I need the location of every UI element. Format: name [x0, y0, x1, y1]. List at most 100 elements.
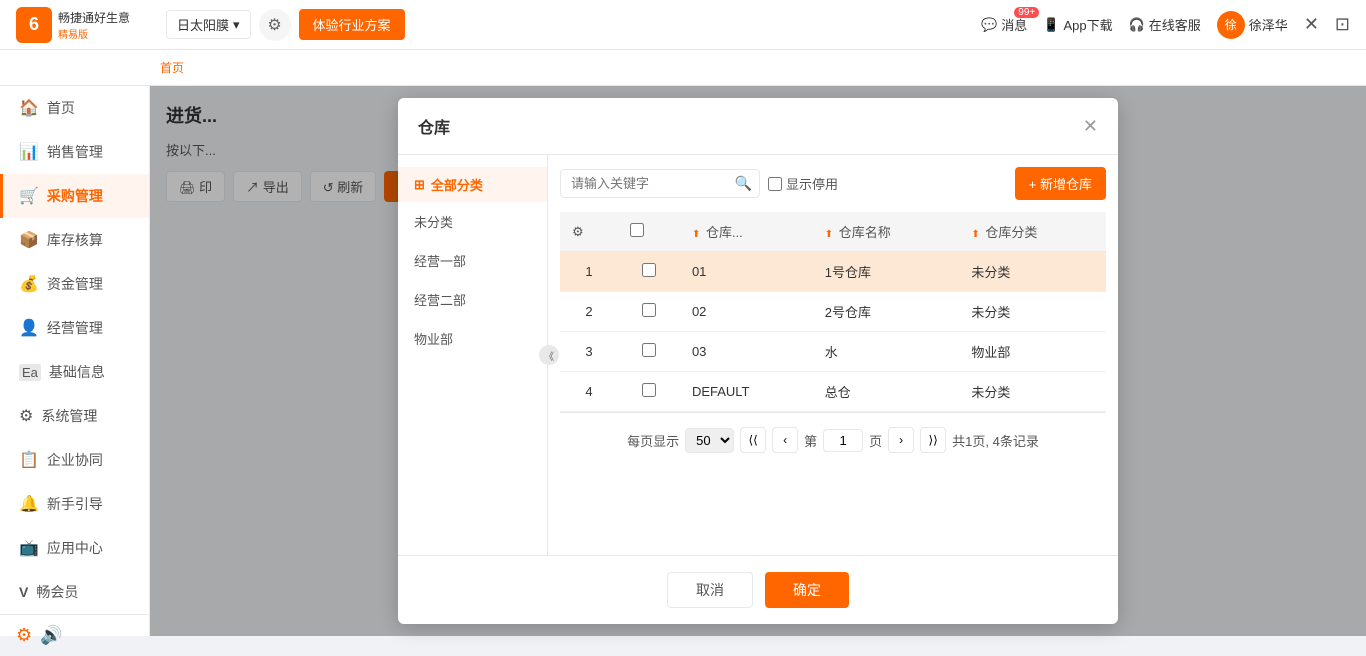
page-unit: 页: [869, 431, 882, 450]
select-all-checkbox[interactable]: [630, 223, 644, 237]
next-page-button[interactable]: ›: [888, 427, 914, 453]
row-checkbox[interactable]: [618, 252, 680, 292]
logo-icon: 6: [16, 7, 52, 43]
sidebar-item-enterprise[interactable]: 📋 企业协同: [0, 438, 149, 482]
system-icon: ⚙: [19, 406, 33, 426]
cancel-button[interactable]: 取消: [667, 572, 753, 608]
confirm-button[interactable]: 确定: [765, 572, 849, 608]
breadcrumb-bar: 首页: [0, 50, 1366, 86]
settings-button[interactable]: ⚙: [259, 9, 291, 41]
category-item-unclassified[interactable]: 未分类: [398, 202, 547, 241]
row-checkbox[interactable]: [618, 332, 680, 372]
sidebar-item-guide[interactable]: 🔔 新手引导: [0, 482, 149, 526]
search-input[interactable]: [560, 169, 760, 198]
sidebar-item-sales[interactable]: 📊 销售管理: [0, 130, 149, 174]
sidebar-item-member[interactable]: V 畅会员: [0, 570, 149, 614]
row-category: 未分类: [959, 292, 1106, 332]
sidebar-item-home[interactable]: 🏠 首页: [0, 86, 149, 130]
add-warehouse-button[interactable]: + 新增仓库: [1015, 167, 1106, 200]
row-num: 2: [560, 292, 618, 332]
per-page-select[interactable]: 50: [685, 428, 734, 453]
table-toolbar: 🔍 显示停用 + 新增仓库: [560, 167, 1106, 200]
modal-footer: 取消 确定: [398, 555, 1118, 624]
purchase-icon: 🛒: [19, 186, 39, 206]
logo-area: 6 畅捷通好生意 精易版: [16, 7, 166, 43]
table-panel: 🔍 显示停用 + 新增仓库 ⚙: [548, 155, 1118, 555]
sidebar-item-inventory[interactable]: 📦 库存核算: [0, 218, 149, 262]
show-disabled-label[interactable]: 显示停用: [768, 174, 838, 193]
collapse-button[interactable]: 《: [539, 345, 559, 365]
modal-header: 仓库 ✕: [398, 98, 1118, 155]
operations-icon: 👤: [19, 318, 39, 338]
last-page-button[interactable]: ⟩⟩: [920, 427, 946, 453]
sidebar-item-finance[interactable]: 💰 资金管理: [0, 262, 149, 306]
search-wrap: 🔍: [560, 169, 760, 198]
page-input[interactable]: [823, 429, 863, 452]
app-download-button[interactable]: 📱 App下载: [1043, 15, 1112, 34]
table-row[interactable]: 1 01 1号仓库 未分类: [560, 252, 1106, 292]
table-row[interactable]: 2 02 2号仓库 未分类: [560, 292, 1106, 332]
row-category: 未分类: [959, 252, 1106, 292]
user-menu[interactable]: 徐 徐泽华: [1217, 11, 1288, 39]
row-code: 02: [680, 292, 813, 332]
store-selector[interactable]: 日太阳膜 ▾: [166, 10, 251, 39]
page-label: 第: [804, 431, 817, 450]
sort-icon3: ⬆: [971, 229, 979, 240]
header-right: 💬 消息 99+ 📱 App下载 🎧 在线客服 徐 徐泽华 ✕ ⊡: [981, 11, 1350, 39]
row-checkbox[interactable]: [618, 292, 680, 332]
chevron-down-icon: ▾: [233, 17, 240, 33]
sidebar-item-apps[interactable]: 📺 应用中心: [0, 526, 149, 570]
table-header-row: ⚙ ⬆ 仓库... ⬆ 仓库名称: [560, 212, 1106, 252]
window-close-icon[interactable]: ✕: [1304, 14, 1319, 35]
modal-close-button[interactable]: ✕: [1083, 116, 1098, 137]
pagination-bar: 每页显示 50 ⟨⟨ ‹ 第 页 › ⟩⟩ 共1页, 4条记录: [560, 412, 1106, 467]
sort-icon: ⬆: [692, 229, 700, 240]
col-settings[interactable]: ⚙: [560, 212, 618, 252]
per-page-label: 每页显示: [627, 431, 679, 450]
main-content: 进货... 按以下... 🖨 印 ↗ 导出 ↺ 刷新 查询 设置 仓库 ✕: [150, 86, 1366, 636]
avatar: 徐: [1217, 11, 1245, 39]
row-checkbox[interactable]: [618, 372, 680, 412]
sidebar-item-operations[interactable]: 👤 经营管理: [0, 306, 149, 350]
modal-overlay: 仓库 ✕ ⊞ 全部分类 《 未分类 经营一部 经营二部: [150, 86, 1366, 636]
category-item-ops1[interactable]: 经营一部: [398, 241, 547, 280]
category-item-ops2[interactable]: 经营二部: [398, 280, 547, 319]
message-icon: 💬: [981, 17, 997, 33]
breadcrumb[interactable]: 首页: [160, 59, 184, 76]
sidebar: 🏠 首页 📊 销售管理 🛒 采购管理 📦 库存核算 💰 资金管理 👤 经营管理 …: [0, 86, 150, 636]
table-row[interactable]: 3 03 水 物业部: [560, 332, 1106, 372]
modal-body: ⊞ 全部分类 《 未分类 经营一部 经营二部 物业部: [398, 155, 1118, 555]
category-item-property[interactable]: 物业部: [398, 319, 547, 358]
row-code: DEFAULT: [680, 372, 813, 412]
row-code: 01: [680, 252, 813, 292]
prev-page-button[interactable]: ‹: [772, 427, 798, 453]
row-name: 1号仓库: [813, 252, 960, 292]
inventory-icon: 📦: [19, 230, 39, 250]
show-disabled-checkbox[interactable]: [768, 177, 782, 191]
main-layout: 🏠 首页 📊 销售管理 🛒 采购管理 📦 库存核算 💰 资金管理 👤 经营管理 …: [0, 86, 1366, 636]
warehouse-table: ⚙ ⬆ 仓库... ⬆ 仓库名称: [560, 212, 1106, 412]
finance-icon: 💰: [19, 274, 39, 294]
col-category: ⬆ 仓库分类: [959, 212, 1106, 252]
service-button[interactable]: 🎧 在线客服: [1129, 15, 1201, 34]
guide-icon: 🔔: [19, 494, 39, 514]
trial-button[interactable]: 体验行业方案: [299, 9, 405, 40]
sidebar-item-system[interactable]: ⚙ 系统管理: [0, 394, 149, 438]
sidebar-item-basics[interactable]: Ea 基础信息: [0, 350, 149, 394]
first-page-button[interactable]: ⟨⟨: [740, 427, 766, 453]
row-code: 03: [680, 332, 813, 372]
message-button[interactable]: 💬 消息 99+: [981, 15, 1027, 34]
table-row[interactable]: 4 DEFAULT 总仓 未分类: [560, 372, 1106, 412]
basics-icon: Ea: [19, 364, 41, 381]
row-category: 未分类: [959, 372, 1106, 412]
top-header: 6 畅捷通好生意 精易版 日太阳膜 ▾ ⚙ 体验行业方案 💬 消息 99+ 📱 …: [0, 0, 1366, 50]
member-icon: V: [19, 584, 28, 600]
search-button[interactable]: 🔍: [735, 175, 752, 192]
sidebar-item-purchase[interactable]: 🛒 采购管理: [0, 174, 149, 218]
col-name: ⬆ 仓库名称: [813, 212, 960, 252]
sidebar-bottom: ⚙ 🔊: [0, 614, 149, 656]
category-all[interactable]: ⊞ 全部分类: [398, 167, 547, 202]
logo-text: 畅捷通好生意 精易版: [58, 9, 130, 41]
maximize-icon[interactable]: ⊡: [1335, 14, 1350, 35]
sort-icon2: ⬆: [825, 229, 833, 240]
